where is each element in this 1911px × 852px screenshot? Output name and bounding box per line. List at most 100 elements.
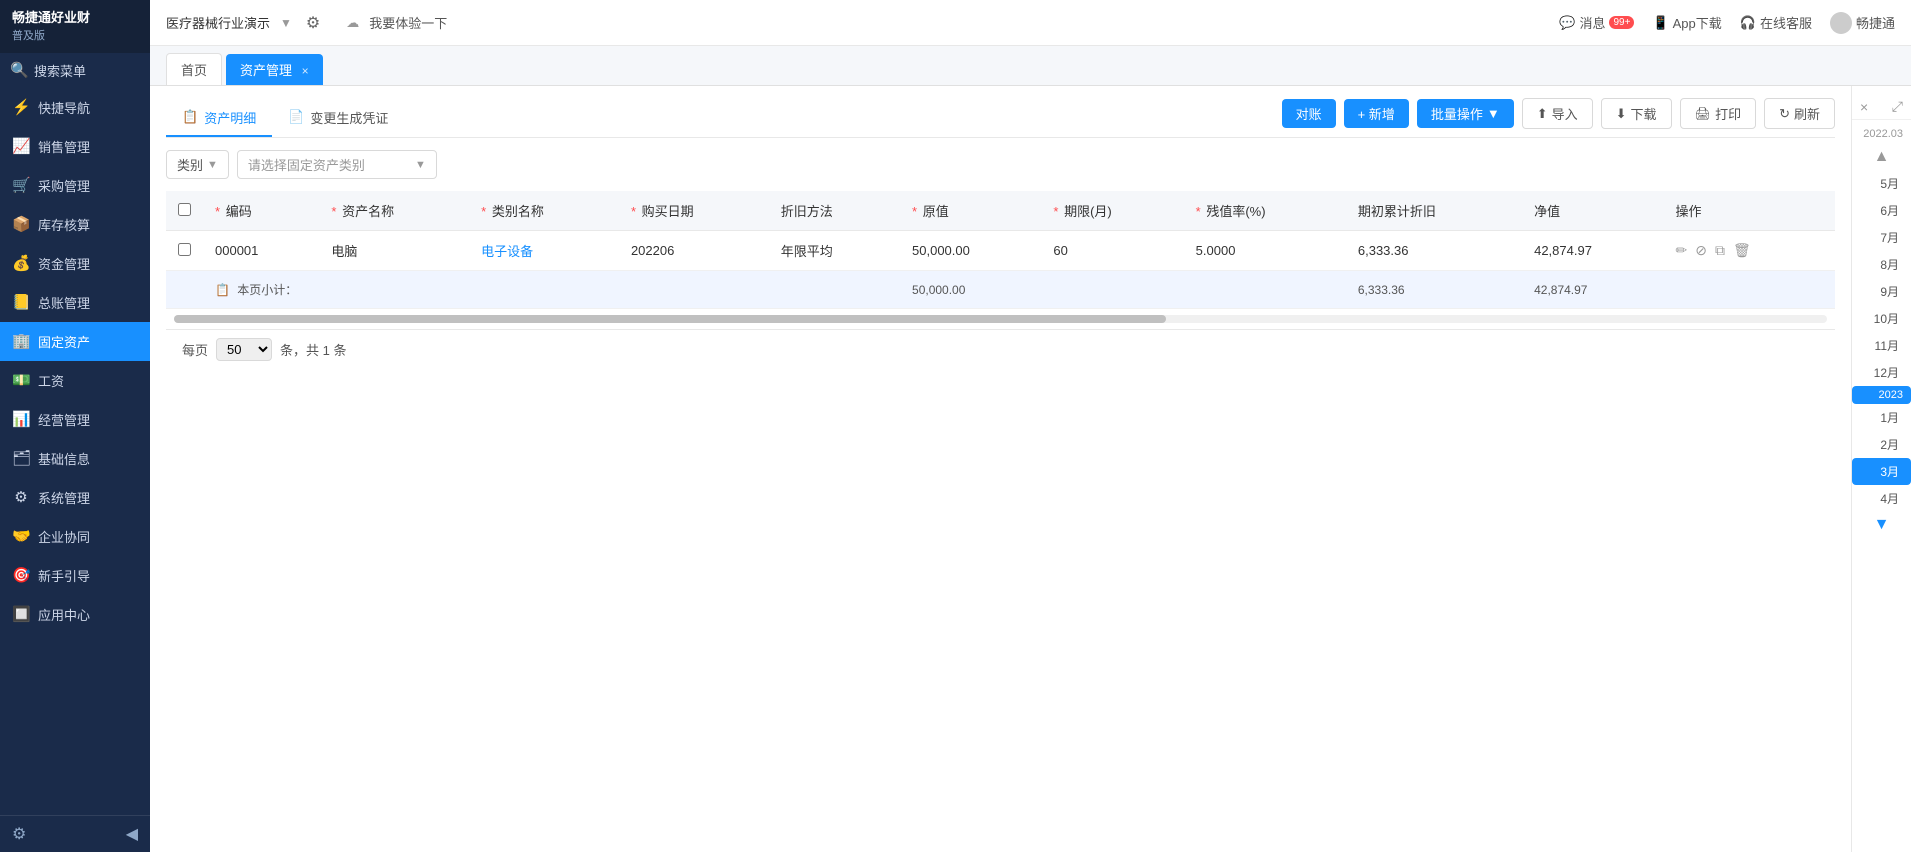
reconcile-btn[interactable]: 对账 [1282, 99, 1336, 128]
month-item-2023-3[interactable]: 3月 [1852, 458, 1911, 485]
sidebar-item-label: 库存核算 [38, 215, 90, 234]
month-item-10[interactable]: 10月 [1852, 305, 1911, 332]
asset-table: * 编码 * 资产名称 * 类别名称 [166, 191, 1835, 309]
print-icon: 🖨 [1695, 106, 1712, 122]
system-icon: ⚙ [12, 488, 30, 506]
sidebar-settings-btn[interactable]: ⚙ [12, 824, 26, 844]
sidebar-item-label: 应用中心 [38, 605, 90, 624]
print-label: 打印 [1715, 104, 1741, 123]
copy-icon[interactable]: ⧉ [1715, 242, 1725, 259]
service-btn[interactable]: 🎧 在线客服 [1740, 13, 1812, 32]
sidebar-item-system[interactable]: ⚙ 系统管理 [0, 478, 150, 517]
month-item-9[interactable]: 9月 [1852, 278, 1911, 305]
guide-icon: 🎯 [12, 566, 30, 584]
content-main: 📋 资产明细 📄 变更生成凭证 对账 + 新增 批量操作 ▼ ⬆ [150, 86, 1851, 852]
th-residual-rate: * 残值率(%) [1184, 191, 1346, 231]
sidebar-item-operations[interactable]: 📊 经营管理 [0, 400, 150, 439]
experience-text[interactable]: 我要体验一下 [369, 13, 447, 32]
subtotal-label: 📋 本页小计： [203, 271, 900, 309]
subtotal-original-value: 50,000.00 [900, 271, 1041, 309]
content-area: 📋 资产明细 📄 变更生成凭证 对账 + 新增 批量操作 ▼ ⬆ [150, 86, 1911, 852]
download-icon: ⬇ [1616, 106, 1627, 122]
sidebar-item-guide[interactable]: 🎯 新手引导 [0, 556, 150, 595]
asset-table-container: * 编码 * 资产名称 * 类别名称 [166, 191, 1835, 309]
category-filter[interactable]: 类别 ▼ [166, 150, 229, 179]
tab-home[interactable]: 首页 [166, 53, 222, 85]
batch-arrow-icon: ▼ [1487, 106, 1500, 121]
sidebar-item-basic-info[interactable]: 🗂 基础信息 [0, 439, 150, 478]
inventory-icon: 📦 [12, 215, 30, 233]
import-btn[interactable]: ⬆ 导入 [1522, 98, 1593, 129]
sub-tab-voucher[interactable]: 📄 变更生成凭证 [272, 100, 404, 137]
refresh-icon: ↻ [1779, 106, 1790, 122]
month-item-2023-1[interactable]: 1月 [1852, 404, 1911, 431]
sidebar-item-app-center[interactable]: 🔲 应用中心 [0, 595, 150, 634]
sidebar-item-sales[interactable]: 📈 销售管理 [0, 127, 150, 166]
topbar: 医疗器械行业演示 ▼ ⚙ ☁ 我要体验一下 💬 消息 99 📱 App下载 🎧 … [150, 0, 1911, 46]
action-icons: ✏ ⊘ ⧉ 🗑 [1675, 242, 1823, 259]
panel-expand-btn[interactable]: ⤢ [1892, 98, 1903, 115]
row-select-checkbox[interactable] [178, 243, 191, 256]
th-code: * 编码 [203, 191, 319, 231]
cloud-icon: ☁ [346, 15, 359, 31]
th-depreciation-method: 折旧方法 [769, 191, 900, 231]
month-item-5[interactable]: 5月 [1852, 170, 1911, 197]
disable-icon[interactable]: ⊘ [1695, 242, 1707, 259]
message-label: 消息 [1579, 13, 1605, 32]
sidebar-item-inventory[interactable]: 📦 库存核算 [0, 205, 150, 244]
per-page-select[interactable]: 50 10 20 100 [216, 338, 272, 361]
sidebar-item-fixed-assets[interactable]: 🏢 固定资产 [0, 322, 150, 361]
sub-tab-asset-detail[interactable]: 📋 资产明细 [166, 100, 272, 137]
month-item-7[interactable]: 7月 [1852, 224, 1911, 251]
app-download-btn[interactable]: 📱 App下载 [1652, 13, 1721, 32]
delete-icon[interactable]: 🗑 [1733, 242, 1751, 259]
month-item-12[interactable]: 12月 [1852, 359, 1911, 386]
tab-asset-management[interactable]: 资产管理 × [226, 54, 323, 85]
download-btn[interactable]: ⬇ 下载 [1601, 98, 1672, 129]
refresh-label: 刷新 [1794, 104, 1820, 123]
message-btn[interactable]: 💬 消息 99 [1559, 13, 1634, 32]
tab-close-icon[interactable]: × [302, 64, 309, 78]
search-icon: 🔍 [10, 61, 28, 79]
panel-scroll-up-btn[interactable]: ▲ [1874, 144, 1890, 170]
panel-scroll-down-btn[interactable]: ▼ [1874, 512, 1890, 538]
month-item-11[interactable]: 11月 [1852, 332, 1911, 359]
voucher-icon: 📄 [288, 109, 304, 125]
sidebar-item-label: 资金管理 [38, 254, 90, 273]
sidebar-collapse-btn[interactable]: ◀ [126, 824, 138, 844]
horizontal-scrollbar[interactable] [174, 315, 1827, 323]
month-item-8[interactable]: 8月 [1852, 251, 1911, 278]
category-input[interactable]: 请选择固定资产类别 ▼ [237, 150, 437, 179]
app-center-icon: 🔲 [12, 605, 30, 623]
subtotal-accumulated-depreciation: 6,333.36 [1346, 271, 1522, 309]
th-period: * 期限(月) [1041, 191, 1183, 231]
month-item-2023-2[interactable]: 2月 [1852, 431, 1911, 458]
company-dropdown-icon[interactable]: ▼ [280, 16, 292, 30]
tabbar: 首页 资产管理 × [150, 46, 1911, 86]
refresh-btn[interactable]: ↻ 刷新 [1764, 98, 1835, 129]
user-btn[interactable]: 畅捷通 [1830, 12, 1895, 34]
sidebar-item-payroll[interactable]: 💵 工资 [0, 361, 150, 400]
sidebar-item-ledger[interactable]: 📒 总账管理 [0, 283, 150, 322]
import-icon: ⬆ [1537, 106, 1548, 122]
new-btn[interactable]: + 新增 [1344, 99, 1409, 128]
edit-icon[interactable]: ✏ [1675, 242, 1687, 259]
per-page-label: 每页 [182, 340, 208, 359]
month-item-6[interactable]: 6月 [1852, 197, 1911, 224]
ledger-icon: 📒 [12, 293, 30, 311]
print-btn[interactable]: 🖨 打印 [1680, 98, 1757, 129]
batch-btn[interactable]: 批量操作 ▼ [1417, 99, 1514, 128]
sidebar-item-purchase[interactable]: 🛒 采购管理 [0, 166, 150, 205]
sidebar-item-enterprise[interactable]: 🤝 企业协同 [0, 517, 150, 556]
sidebar-item-label: 经营管理 [38, 410, 90, 429]
row-name: 电脑 [319, 231, 469, 271]
sidebar-item-funds[interactable]: 💰 资金管理 [0, 244, 150, 283]
sidebar-item-search[interactable]: 🔍 搜索菜单 [0, 53, 150, 88]
table-row: 000001 电脑 电子设备 202206 年限平均 50,000.00 60 … [166, 231, 1835, 271]
panel-close-btn[interactable]: × [1860, 99, 1868, 115]
topbar-settings-icon[interactable]: ⚙ [306, 13, 320, 33]
th-category: * 类别名称 [469, 191, 619, 231]
month-item-2023-4[interactable]: 4月 [1852, 485, 1911, 512]
select-all-checkbox[interactable] [178, 203, 191, 216]
sidebar-item-quick-nav[interactable]: ⚡ 快捷导航 [0, 88, 150, 127]
